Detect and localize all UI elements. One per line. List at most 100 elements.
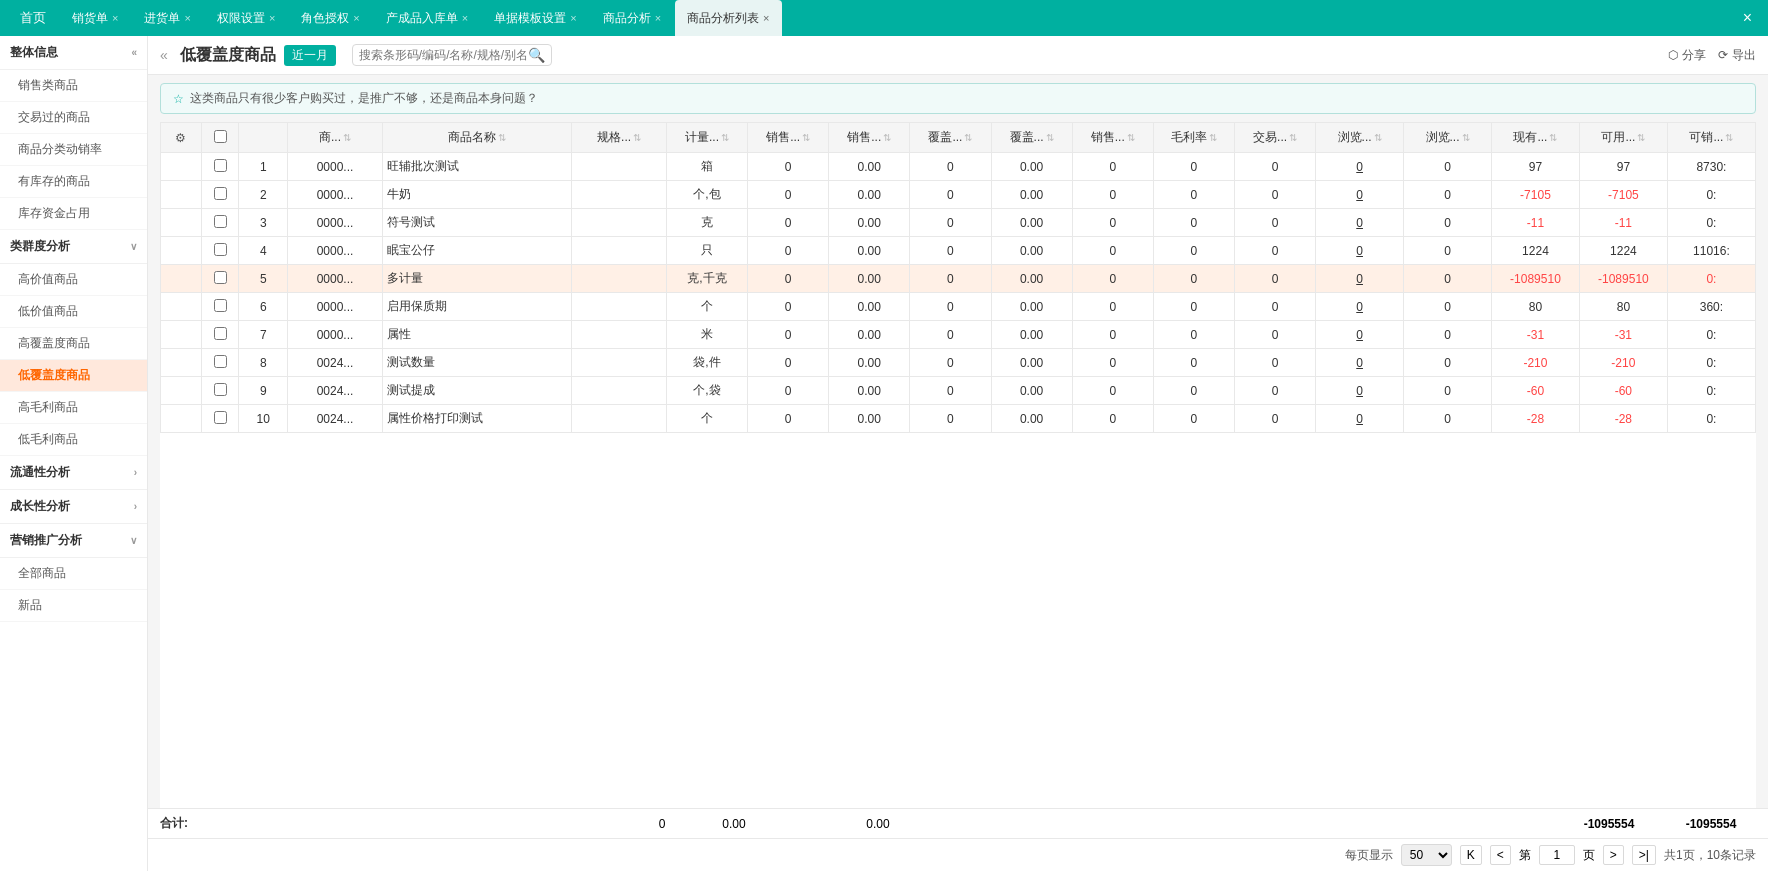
th-stock-avail[interactable]: 可用... ⇅ [1579,123,1667,153]
row-checkbox[interactable] [214,159,227,172]
page-next-button[interactable]: > [1603,845,1624,865]
th-gross-rate[interactable]: 毛利率 ⇅ [1153,123,1234,153]
th-sales-amt[interactable]: 销售... ⇅ [829,123,910,153]
nav-sales[interactable]: 销货单 × [60,0,130,36]
row-checkbox[interactable] [214,411,227,424]
nav-goods-analysis-list[interactable]: 商品分析列表 × [675,0,781,36]
cell-cb [201,293,239,321]
cell-stock-saleable: 0: [1667,377,1755,405]
nav-template-close[interactable]: × [570,12,576,24]
time-filter-button[interactable]: 近一月 [284,45,336,66]
search-icon[interactable]: 🔍 [528,47,545,63]
sidebar-item-stock-capital[interactable]: 库存资金占用 [0,198,147,230]
gear-icon[interactable]: ⚙ [175,131,186,145]
nav-sales-close[interactable]: × [112,12,118,24]
sidebar-item-low-value[interactable]: 低价值商品 [0,296,147,328]
nav-permissions-close[interactable]: × [269,12,275,24]
row-checkbox[interactable] [214,243,227,256]
cell-view-cnt[interactable]: 0 [1316,209,1404,237]
row-checkbox[interactable] [214,187,227,200]
cell-view-cnt[interactable]: 0 [1316,265,1404,293]
search-input[interactable] [359,48,528,62]
sidebar-item-category-rate[interactable]: 商品分类动销率 [0,134,147,166]
nav-template[interactable]: 单据模板设置 × [482,0,588,36]
export-button[interactable]: ⟳ 导出 [1718,47,1756,64]
nav-purchase-close[interactable]: × [184,12,190,24]
per-page-select[interactable]: 50 100 200 [1401,844,1452,866]
sidebar-item-sales-goods[interactable]: 销售类商品 [0,70,147,102]
cell-unit: 袋,件 [666,349,747,377]
share-button[interactable]: ⬡ 分享 [1668,47,1706,64]
current-page-input[interactable] [1539,845,1575,865]
cell-view-cnt[interactable]: 0 [1316,237,1404,265]
th-sales-qty[interactable]: 销售... ⇅ [748,123,829,153]
nav-purchase[interactable]: 进货单 × [132,0,202,36]
sidebar-item-high-coverage[interactable]: 高覆盖度商品 [0,328,147,360]
nav-goods-analysis-close[interactable]: × [655,12,661,24]
cell-view-cnt[interactable]: 0 [1316,181,1404,209]
cell-trade-cnt: 0 [1235,321,1316,349]
th-view-cnt1[interactable]: 浏览... ⇅ [1316,123,1404,153]
cell-view-cnt[interactable]: 0 [1316,349,1404,377]
row-checkbox[interactable] [214,355,227,368]
cell-cb [201,265,239,293]
row-checkbox[interactable] [214,383,227,396]
sidebar-section-overview[interactable]: 整体信息 « [0,36,147,70]
sidebar: 整体信息 « 销售类商品 交易过的商品 商品分类动销率 有库存的商品 库存资金占… [0,36,148,871]
th-trade-cnt[interactable]: 交易... ⇅ [1235,123,1316,153]
nav-role[interactable]: 角色授权 × [289,0,371,36]
nav-permissions[interactable]: 权限设置 × [205,0,287,36]
total-stock-avail: -1095554 [1666,817,1756,831]
sidebar-item-high-profit[interactable]: 高毛利商品 [0,392,147,424]
th-cover-qty[interactable]: 覆盖... ⇅ [910,123,991,153]
nav-role-close[interactable]: × [353,12,359,24]
sidebar-section-growth[interactable]: 成长性分析 › [0,490,147,524]
sidebar-item-in-stock[interactable]: 有库存的商品 [0,166,147,198]
th-code[interactable]: 商... ⇅ [288,123,383,153]
th-sales-days[interactable]: 销售... ⇅ [1072,123,1153,153]
page-last-button[interactable]: >| [1632,845,1656,865]
header-actions: ⬡ 分享 ⟳ 导出 [1668,47,1756,64]
sidebar-section-marketing[interactable]: 营销推广分析 ∨ [0,524,147,558]
row-checkbox[interactable] [214,299,227,312]
select-all-checkbox[interactable] [214,130,227,143]
row-checkbox[interactable] [214,271,227,284]
nav-close-all[interactable]: × [1735,9,1760,27]
th-gear[interactable]: ⚙ [161,123,202,153]
nav-goods-analysis[interactable]: 商品分析 × [591,0,673,36]
sidebar-item-new-goods[interactable]: 新品 [0,590,147,622]
cell-view-cnt[interactable]: 0 [1316,293,1404,321]
table-wrapper[interactable]: ⚙ 商... ⇅ [160,122,1756,808]
cell-view-cnt[interactable]: 0 [1316,377,1404,405]
nav-production-close[interactable]: × [462,12,468,24]
nav-home[interactable]: 首页 [8,0,58,36]
th-stock-saleable[interactable]: 可销... ⇅ [1667,123,1755,153]
th-spec[interactable]: 规格... ⇅ [572,123,667,153]
nav-goods-analysis-list-close[interactable]: × [763,12,769,24]
row-checkbox[interactable] [214,327,227,340]
page-first-button[interactable]: K [1460,845,1482,865]
sidebar-item-traded-goods[interactable]: 交易过的商品 [0,102,147,134]
sidebar-item-high-value[interactable]: 高价值商品 [0,264,147,296]
total-label: 合计: [160,815,188,832]
sidebar-section-cluster[interactable]: 类群度分析 ∨ [0,230,147,264]
cell-view-cnt[interactable]: 0 [1316,405,1404,433]
sidebar-section-flow[interactable]: 流通性分析 › [0,456,147,490]
cell-cb [201,321,239,349]
cell-gross-rate: 0 [1153,209,1234,237]
nav-production[interactable]: 产成品入库单 × [374,0,480,36]
th-stock-cur[interactable]: 现有... ⇅ [1492,123,1580,153]
cell-view-cnt[interactable]: 0 [1316,153,1404,181]
th-unit[interactable]: 计量... ⇅ [666,123,747,153]
info-banner: ☆ 这类商品只有很少客户购买过，是推广不够，还是商品本身问题？ [160,83,1756,114]
sidebar-collapse-button[interactable]: « [160,47,168,63]
row-checkbox[interactable] [214,215,227,228]
sidebar-item-all-goods[interactable]: 全部商品 [0,558,147,590]
th-name[interactable]: 商品名称 ⇅ [382,123,571,153]
th-view-cnt2[interactable]: 浏览... ⇅ [1404,123,1492,153]
cell-view-cnt[interactable]: 0 [1316,321,1404,349]
th-cover-rate[interactable]: 覆盖... ⇅ [991,123,1072,153]
sidebar-item-low-profit[interactable]: 低毛利商品 [0,424,147,456]
sidebar-item-low-coverage[interactable]: 低覆盖度商品 [0,360,147,392]
page-prev-button[interactable]: < [1490,845,1511,865]
